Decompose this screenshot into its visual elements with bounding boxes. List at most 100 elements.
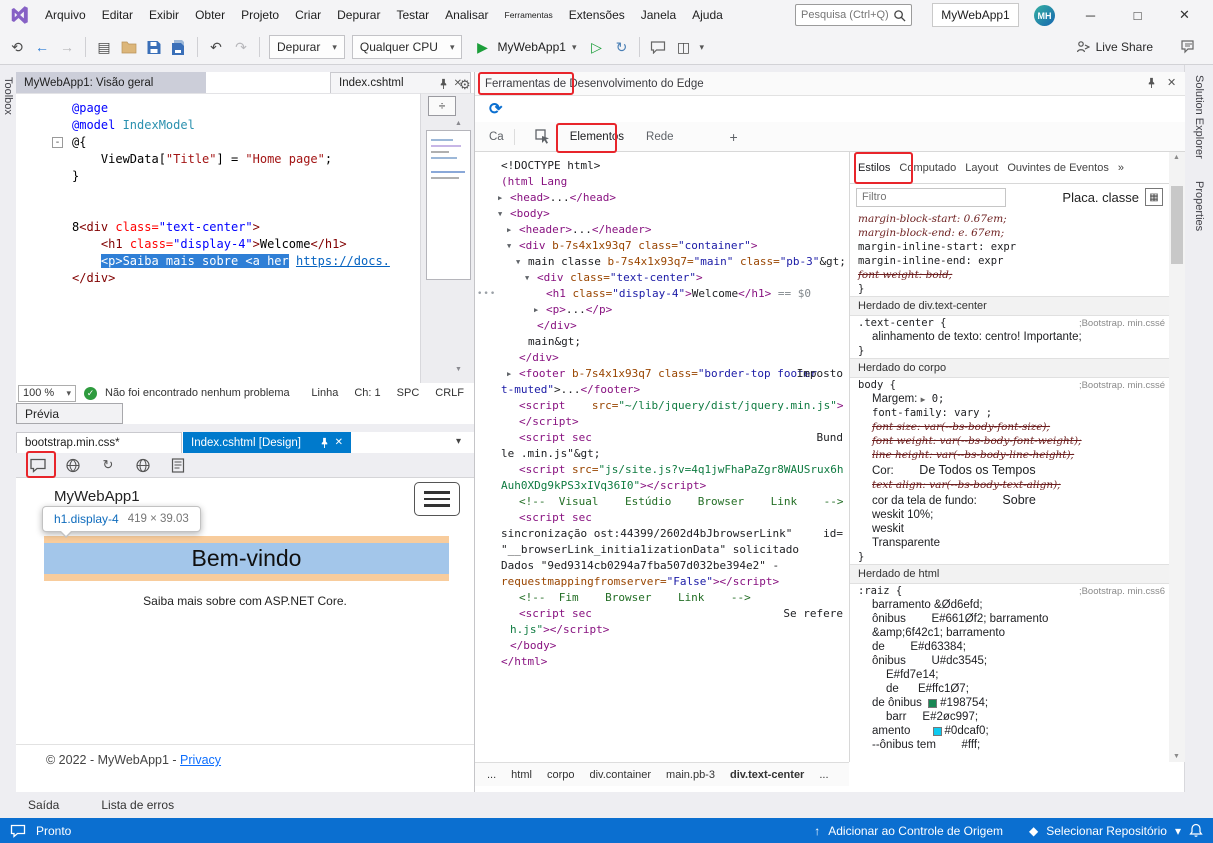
twisty-icon[interactable]: ▶ [507,366,511,382]
error-list-tab[interactable]: Lista de erros [101,798,174,812]
tab-bootstrap-css[interactable]: bootstrap.min.css* [16,432,182,453]
chevron-down-icon[interactable]: ▾ [456,436,461,447]
style-rule-row[interactable]: margin-inline-end: expr [850,254,1170,268]
style-rule-row[interactable]: Transparente [850,536,1170,550]
menu-item-extensões[interactable]: Extensões [561,8,633,22]
dom-tree-row[interactable]: <!DOCTYPE html> [475,158,849,174]
new-tab-button[interactable]: + [730,129,738,145]
dom-tree-row[interactable]: <!-- Visual Estúdio Browser Link --> [475,494,849,510]
start-debugging-button[interactable]: ▶ MyWebApp1 ▾ [469,38,580,56]
breadcrumb-item[interactable]: div.text-center [730,769,804,781]
style-rule-row[interactable]: } [850,282,1170,296]
dom-tree-row[interactable]: ▶<footer b-7s4x1x93q7 class="border-top … [475,366,849,382]
search-box[interactable] [795,4,912,26]
feedback-icon[interactable] [1180,40,1195,54]
gear-icon[interactable]: ⚙ [459,77,471,93]
refresh-page-icon[interactable]: ⟳ [489,99,502,119]
stylesheet-source-link[interactable]: ;Bootstrap. min.cssé [1079,318,1165,329]
preview-site-title[interactable]: MyWebApp1 [54,488,140,505]
save-all-icon[interactable] [170,40,188,55]
privacy-link[interactable]: Privacy [180,753,221,767]
start-without-debugging-icon[interactable]: ▷ [587,38,605,56]
scroll-up-icon[interactable]: ▲ [455,120,462,127]
breadcrumb-item[interactable]: ... [819,769,828,781]
debug-configuration-dropdown[interactable]: Depurar ▾ [269,35,345,59]
dom-tree-row[interactable]: </div> [475,318,849,334]
redo-icon[interactable]: ↷ [232,38,250,56]
tab-project-overview[interactable]: MyWebApp1: Visão geral [16,72,206,93]
tab-console[interactable]: Ca [489,131,504,143]
tab-index-design[interactable]: Index.cshtml [Design] ✕ [183,432,351,453]
dom-tree-row[interactable]: ▼<body> [475,206,849,222]
search-input[interactable] [801,9,893,21]
twisty-icon[interactable]: ▼ [498,206,502,222]
breadcrumb-item[interactable]: main.pb-3 [666,769,715,781]
split-editor-handle-icon[interactable]: ÷ [428,96,456,116]
menu-item-ajuda[interactable]: Ajuda [684,8,731,22]
twisty-icon[interactable]: ▶ [534,302,538,318]
style-rule-row[interactable]: margin-block-start: 0.67em; [850,212,1170,226]
dom-tree-row[interactable]: </div> [475,350,849,366]
style-rule-row[interactable]: amento #0dcaf0; [850,724,1170,738]
tab-index-cshtml[interactable]: Index.cshtml ✕ [330,72,471,93]
menu-item-exibir[interactable]: Exibir [141,8,187,22]
solution-explorer-tab[interactable]: Solution Explorer [1193,75,1205,159]
browser-link-comment-icon[interactable] [29,458,47,473]
style-rule-row[interactable]: &amp;6f42c1; barramento [850,626,1170,640]
hot-reload-icon[interactable]: ↻ [612,38,630,56]
dom-tree-row[interactable]: t-muted">...</footer> [475,382,849,398]
menu-item-obter[interactable]: Obter [187,8,233,22]
twisty-icon[interactable]: ▶ [507,222,511,238]
dom-tree-row[interactable]: ▼main classe b-7s4x1x93q7="main" class="… [475,254,849,270]
breadcrumb-item[interactable]: div.container [589,769,651,781]
dom-tree-row[interactable]: <!-- Fim Browser Link --> [475,590,849,606]
maximize-button[interactable]: □ [1114,0,1161,30]
styles-rules-list[interactable]: margin-block-start: 0.67em;margin-block-… [850,212,1170,762]
style-rule-row[interactable]: Margem: ▶ 0; [850,392,1170,406]
pin-icon[interactable] [320,437,329,448]
menu-item-criar[interactable]: Criar [287,8,329,22]
menu-item-depurar[interactable]: Depurar [329,8,388,22]
forward-arrow-icon[interactable]: → [58,38,76,56]
style-rule-row[interactable]: E#fd7e14; [850,668,1170,682]
pin-icon[interactable] [439,78,448,89]
project-name-badge[interactable]: MyWebApp1 [932,3,1019,27]
split-view-icon[interactable]: ◫ [674,38,692,56]
breadcrumb-item[interactable]: corpo [547,769,575,781]
stylesheet-source-link[interactable]: ;Bootstrap. min.cssé [1079,380,1165,391]
style-rule-row[interactable]: font weight: bold; [850,268,1170,282]
menu-item-ferramentas[interactable]: Ferramentas [497,10,561,20]
style-rule-row[interactable]: alinhamento de texto: centro! Importante… [850,330,1170,344]
style-rule-row[interactable]: .text-center {;Bootstrap. min.cssé [850,316,1170,330]
close-button[interactable]: ✕ [1161,0,1208,30]
style-rule-row[interactable]: weskit [850,522,1170,536]
editor-minimap[interactable]: ÷ ▲ ▼ [420,93,474,383]
toolbox-tab[interactable]: Toolbox [2,77,14,115]
dom-tree-row[interactable]: <script src="~/lib/jquery/dist/jquery.mi… [475,398,849,414]
output-tab[interactable]: Saída [28,798,59,812]
chevron-down-icon[interactable]: ▾ [699,42,704,53]
dom-tree-row[interactable]: le .min.js"&gt; [475,446,849,462]
menu-item-testar[interactable]: Testar [388,8,437,22]
open-folder-icon[interactable] [120,40,138,54]
tab-computed[interactable]: Computado [899,162,956,174]
menu-item-projeto[interactable]: Projeto [233,8,287,22]
hamburger-menu-button[interactable] [414,482,460,516]
scroll-down-icon[interactable]: ▼ [1173,753,1180,760]
tab-event-listeners[interactable]: Ouvintes de Eventos [1007,162,1109,174]
twisty-icon[interactable]: ▼ [516,254,520,270]
zoom-dropdown[interactable]: 100 % ▾ [18,385,76,402]
dom-tree-row[interactable]: </script> [475,414,849,430]
bell-icon[interactable] [1189,823,1203,838]
avatar[interactable]: MH [1034,5,1055,26]
style-rule-row[interactable]: de E#ffc1Ø7; [850,682,1170,696]
minimize-button[interactable]: ─ [1067,0,1114,30]
style-rule-row[interactable]: :raiz {;Bootstrap. min.css6 [850,584,1170,598]
new-project-icon[interactable]: ▤ [95,38,113,56]
style-rule-row[interactable]: font weight: var(--bs-body-font-weight); [850,434,1170,448]
save-icon[interactable] [145,40,163,55]
back-arrow-icon[interactable]: ← [33,38,51,56]
style-rule-row[interactable]: line height: var(--bs-body-line-height); [850,448,1170,462]
dom-tree-row[interactable]: ▶<head>...</head> [475,190,849,206]
toggle-element-state-icon[interactable]: ▦ [1145,188,1163,206]
